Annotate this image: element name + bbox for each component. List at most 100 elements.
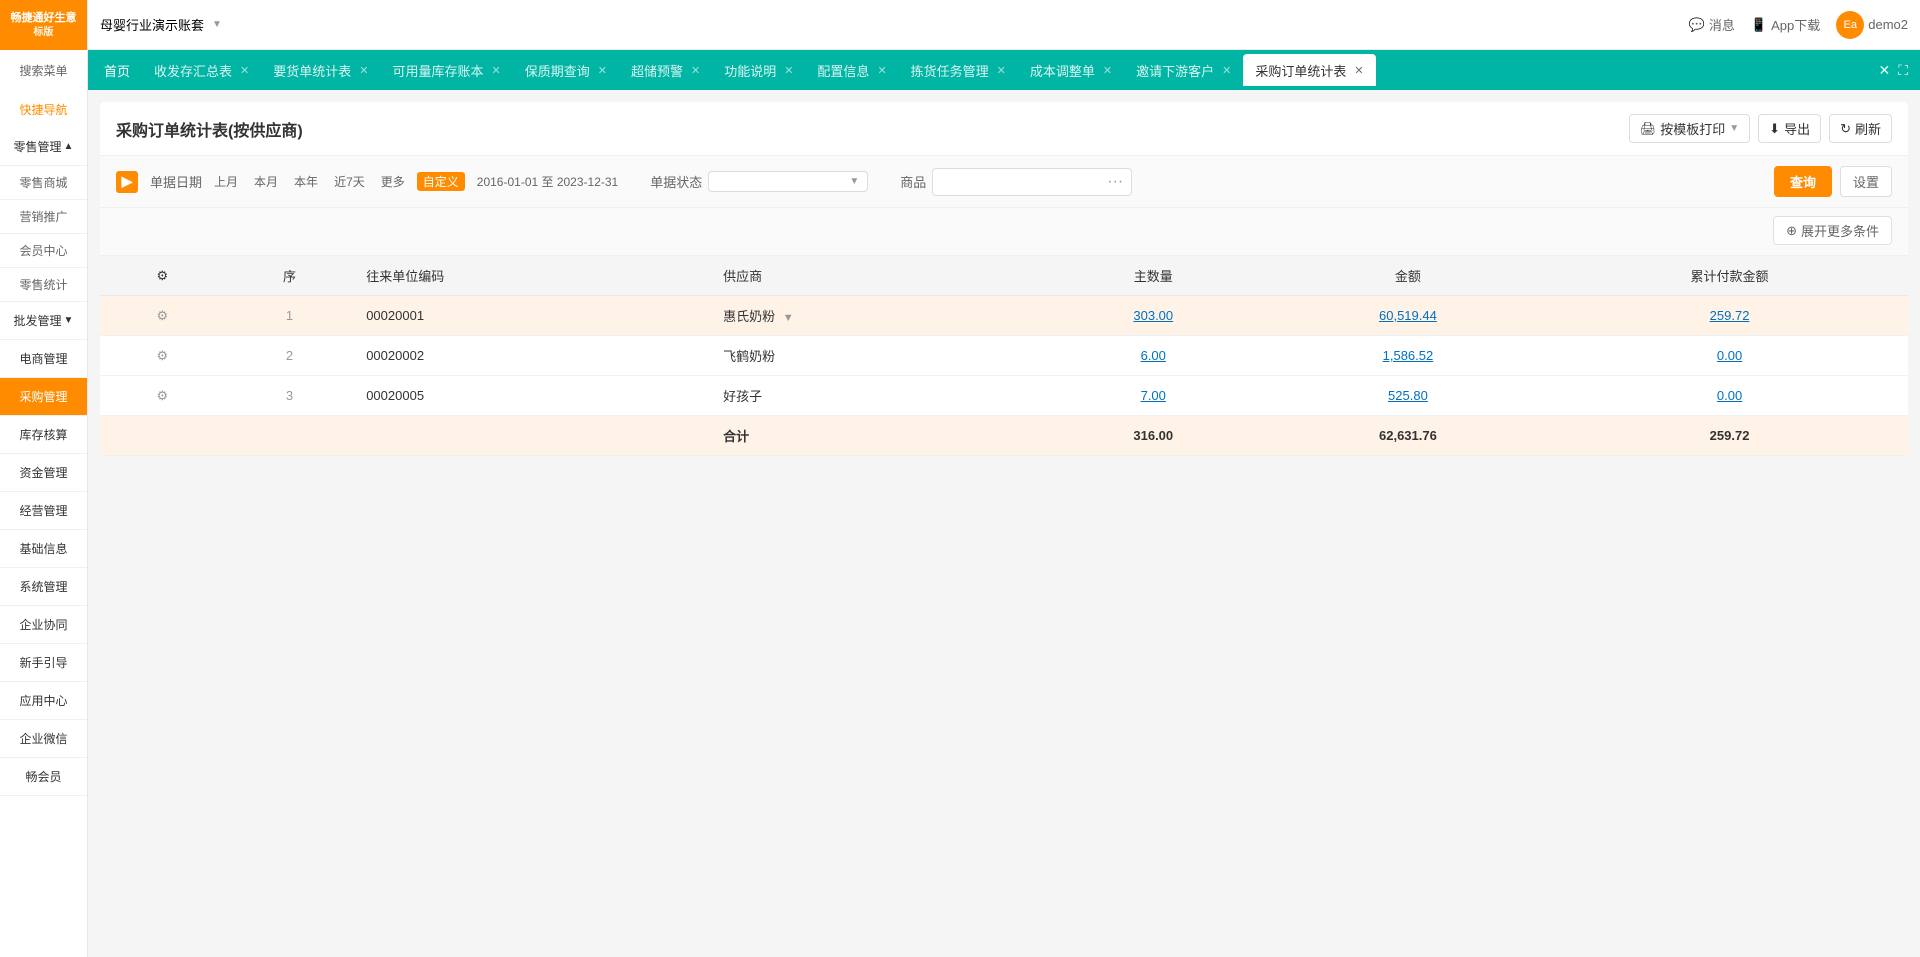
sidebar-item-member[interactable]: 会员中心 [0,234,87,268]
export-button[interactable]: ⬇ 导出 [1758,114,1821,143]
workspace-dropdown-icon: ▼ [212,19,222,30]
app-download-button[interactable]: 📱 App下载 [1751,15,1820,34]
footer-amount: 62,631.76 [1265,416,1551,456]
main-area: 母婴行业演示账套 ▼ 💬 消息 📱 App下载 Ea demo2 首页 [88,0,1920,957]
row3-code: 00020005 [354,376,711,416]
message-button[interactable]: 💬 消息 [1689,15,1735,34]
tab-baozhi-close[interactable]: ✕ [598,64,607,77]
row2-amount[interactable]: 1,586.52 [1265,336,1551,376]
tab-keyongliang[interactable]: 可用量库存账本 ✕ [380,54,512,86]
tab-shoufayihui-close[interactable]: ✕ [240,64,249,77]
tab-home[interactable]: 首页 [92,54,142,86]
table-header: ⚙ 序 往来单位编码 供应商 主数量 金额 累计付款金额 [100,256,1908,296]
expand-more-button[interactable]: ⊕ 展开更多条件 [1773,216,1892,245]
refresh-button[interactable]: ↻ 刷新 [1829,114,1892,143]
expand-more-label: 展开更多条件 [1801,221,1879,240]
col-settings[interactable]: ⚙ [100,256,225,296]
row1-amount[interactable]: 60,519.44 [1265,296,1551,336]
tab-baozhi[interactable]: 保质期查询 ✕ [513,54,619,86]
filter-toggle-button[interactable]: ▶ [116,171,138,193]
sidebar-item-guide[interactable]: 新手引导 [0,644,87,682]
col-num: 序 [225,256,354,296]
row1-paid[interactable]: 259.72 [1551,296,1908,336]
footer-paid: 259.72 [1551,416,1908,456]
sidebar-item-finance[interactable]: 资金管理 [0,454,87,492]
app-logo: 畅捷通好生意 标版 [0,0,87,50]
table-footer: 合计 316.00 62,631.76 259.72 [100,416,1908,456]
tab-yaoqing[interactable]: 邀请下游客户 ✕ [1124,54,1243,86]
sidebar-item-retail-shop[interactable]: 零售商城 [0,166,87,200]
tab-chengben[interactable]: 成本调整单 ✕ [1018,54,1124,86]
sidebar-item-system[interactable]: 系统管理 [0,568,87,606]
tab-yaohuo-close[interactable]: ✕ [359,64,368,77]
data-table: ⚙ 序 往来单位编码 供应商 主数量 金额 累计付款金额 ⚙ 1 [100,256,1908,456]
filter-action-buttons: 查询 设置 [1774,166,1892,197]
row2-paid[interactable]: 0.00 [1551,336,1908,376]
tab-chengben-close[interactable]: ✕ [1103,64,1112,77]
row2-qty[interactable]: 6.00 [1042,336,1265,376]
sidebar-item-wechat[interactable]: 企业微信 [0,720,87,758]
tab-yaoqing-close[interactable]: ✕ [1222,64,1231,77]
tab-caigou-label: 采购订单统计表 [1255,61,1346,80]
date-shortcut-more[interactable]: 更多 [375,171,411,192]
filter-expand-row: ⊕ 展开更多条件 [100,208,1908,256]
date-shortcut-lastmonth[interactable]: 上月 [208,171,244,192]
tab-yaohuo[interactable]: 要货单统计表 ✕ [261,54,380,86]
settings-button[interactable]: 设置 [1840,166,1892,197]
sidebar: 畅捷通好生意 标版 搜索菜单 快捷导航 零售管理 ▲ 零售商城 营销推广 会员中… [0,0,88,957]
sidebar-item-purchase[interactable]: 采购管理 [0,378,87,416]
tab-peizhi-close[interactable]: ✕ [877,64,886,77]
page-container: 采购订单统计表(按供应商) 🖨 按模板打印 ▼ ⬇ 导出 ↻ 刷新 [100,102,1908,456]
user-profile-button[interactable]: Ea demo2 [1836,11,1908,39]
tab-shoufayihui[interactable]: 收发存汇总表 ✕ [142,54,261,86]
date-shortcut-thisyear[interactable]: 本年 [288,171,324,192]
tab-gongneng-close[interactable]: ✕ [784,64,793,77]
tab-paohuo[interactable]: 拣货任务管理 ✕ [899,54,1018,86]
sidebar-item-wholesale[interactable]: 批发管理 ▼ [0,302,87,340]
tab-expand-icon[interactable]: ⛶ [1898,62,1908,79]
tab-caigou[interactable]: 采购订单统计表 ✕ [1243,54,1375,86]
date-shortcut-thismonth[interactable]: 本月 [248,171,284,192]
tab-close-all-icon[interactable]: ✕ [1878,62,1890,79]
date-custom-badge[interactable]: 自定义 [417,172,465,191]
sidebar-item-base[interactable]: 基础信息 [0,530,87,568]
row2-settings[interactable]: ⚙ [100,336,225,376]
sidebar-item-enterprise[interactable]: 企业协同 [0,606,87,644]
row3-settings[interactable]: ⚙ [100,376,225,416]
retail-expand-icon: ▲ [64,141,74,152]
sidebar-item-ecommerce[interactable]: 电商管理 [0,340,87,378]
row3-amount[interactable]: 525.80 [1265,376,1551,416]
tab-paohuo-close[interactable]: ✕ [997,64,1006,77]
row1-supplier-expand[interactable]: ▼ [783,312,794,324]
sidebar-item-ops[interactable]: 经营管理 [0,492,87,530]
goods-input-more-icon: ··· [1107,173,1123,191]
sidebar-item-appcenter[interactable]: 应用中心 [0,682,87,720]
row3-paid[interactable]: 0.00 [1551,376,1908,416]
sidebar-item-quick[interactable]: 快捷导航 [0,91,87,128]
status-select[interactable]: ▼ [708,171,868,192]
date-shortcut-7days[interactable]: 近7天 [328,171,371,192]
tab-gongneng[interactable]: 功能说明 ✕ [712,54,805,86]
sidebar-item-search[interactable]: 搜索菜单 [0,50,87,91]
tab-keyongliang-close[interactable]: ✕ [492,64,501,77]
sidebar-item-retail[interactable]: 零售管理 ▲ [0,128,87,166]
sidebar-item-retail-stat[interactable]: 零售统计 [0,268,87,302]
goods-input[interactable]: ··· [932,168,1132,196]
sidebar-item-inventory[interactable]: 库存核算 [0,416,87,454]
row1-settings[interactable]: ⚙ [100,296,225,336]
tab-peizhi[interactable]: 配置信息 ✕ [805,54,898,86]
refresh-label: 刷新 [1855,119,1881,138]
row1-num: 1 [225,296,354,336]
workspace-selector[interactable]: 母婴行业演示账套 ▼ [100,15,222,34]
tab-chaochuyujing-close[interactable]: ✕ [691,64,700,77]
tab-caigou-close[interactable]: ✕ [1354,64,1363,77]
sidebar-item-vip[interactable]: 畅会员 [0,758,87,796]
query-button[interactable]: 查询 [1774,166,1832,197]
row1-qty[interactable]: 303.00 [1042,296,1265,336]
sidebar-item-marketing[interactable]: 营销推广 [0,200,87,234]
print-button[interactable]: 🖨 按模板打印 ▼ [1629,114,1750,143]
col-qty: 主数量 [1042,256,1265,296]
row3-qty[interactable]: 7.00 [1042,376,1265,416]
tab-chaochuyujing[interactable]: 超储预警 ✕ [619,54,712,86]
wholesale-expand-icon: ▼ [64,315,74,326]
